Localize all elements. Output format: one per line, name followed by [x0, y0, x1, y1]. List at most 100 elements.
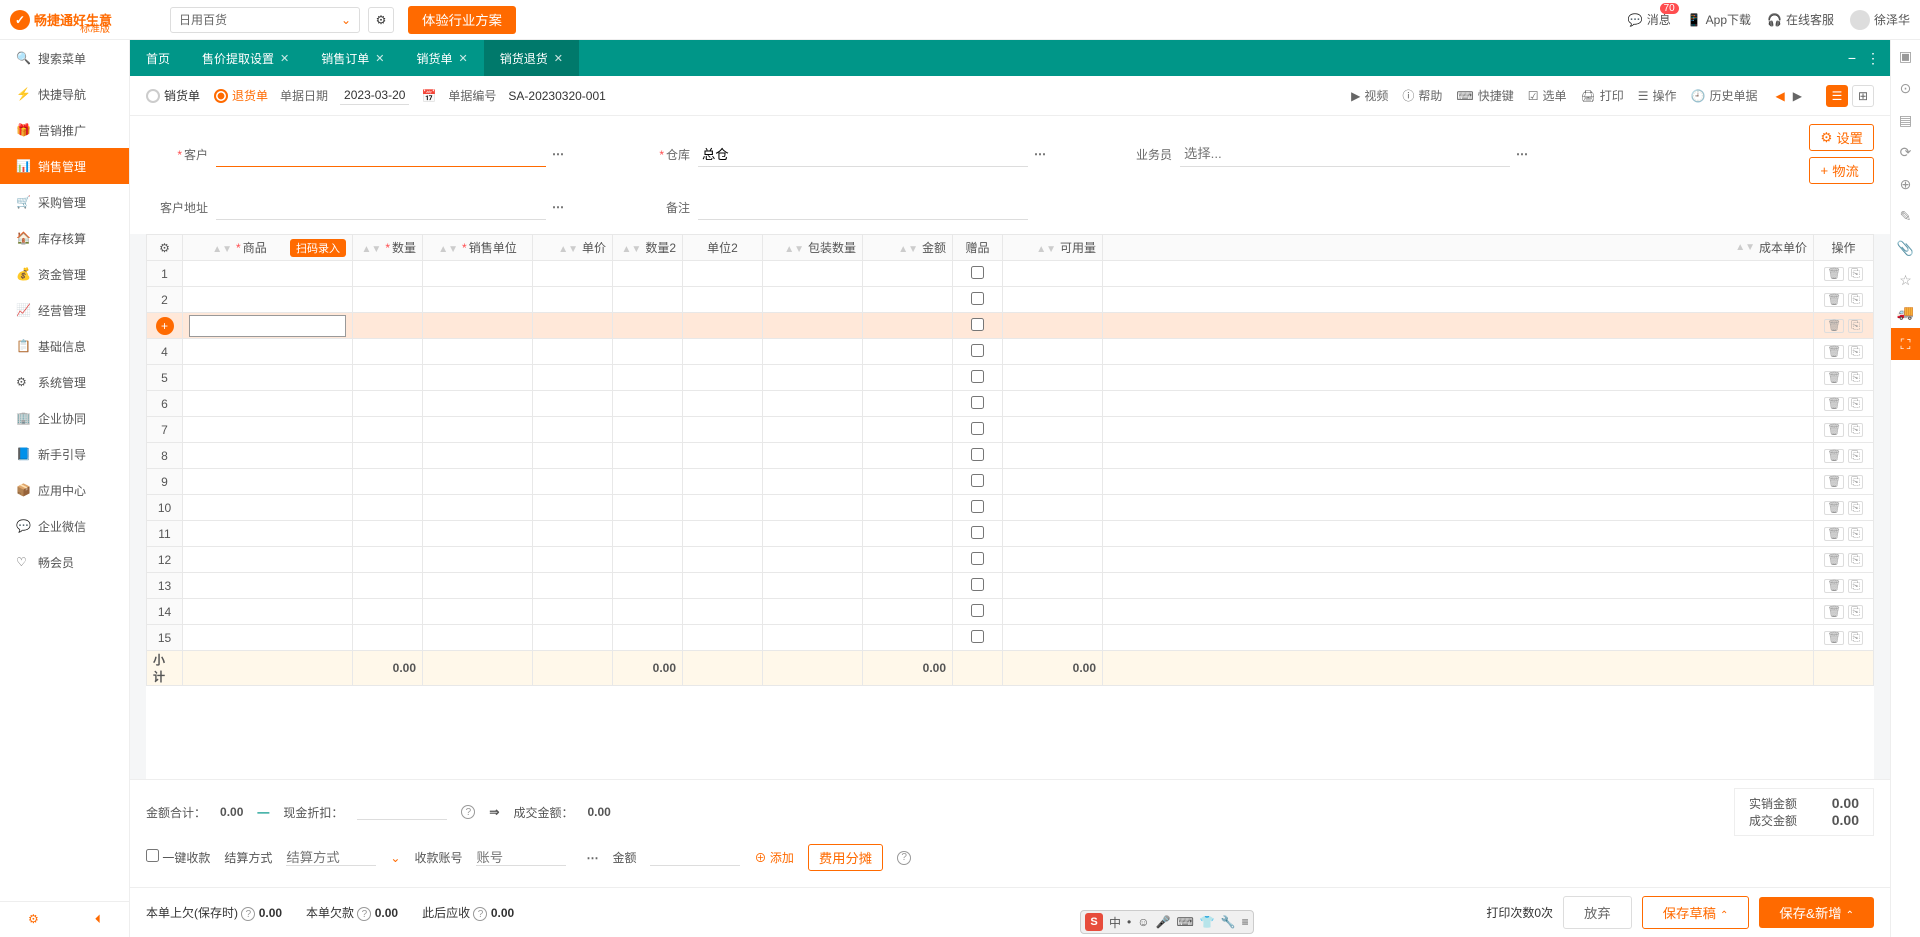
copy-row-icon[interactable]: ⎘ — [1848, 449, 1863, 463]
discount-input[interactable] — [357, 804, 447, 820]
radio-sales[interactable]: 销货单 — [146, 87, 200, 104]
copy-row-icon[interactable]: ⎘ — [1848, 475, 1863, 489]
table-row[interactable]: 14🗑⎘ — [147, 599, 1874, 625]
collapse-toggle-icon[interactable]: ⏴ — [95, 912, 101, 927]
gift-checkbox[interactable] — [971, 422, 984, 435]
sidebar-item-2[interactable]: 🎁营销推广 — [0, 112, 129, 148]
toolbar-选单[interactable]: ☑选单 — [1528, 87, 1567, 104]
right-item-attach[interactable]: 📎 — [1891, 232, 1920, 264]
delete-row-icon[interactable]: 🗑 — [1824, 449, 1844, 463]
col-cost[interactable]: ▲▼成本单价 — [1103, 235, 1814, 261]
account-input[interactable] — [476, 850, 566, 866]
sidebar-item-14[interactable]: ♡畅会员 — [0, 544, 129, 580]
delete-row-icon[interactable]: 🗑 — [1824, 371, 1844, 385]
right-item-5[interactable]: ⊕ — [1891, 168, 1920, 200]
copy-row-icon[interactable]: ⎘ — [1848, 293, 1863, 307]
toolbar-视频[interactable]: ▶视频 — [1351, 87, 1388, 104]
delete-row-icon[interactable]: 🗑 — [1824, 345, 1844, 359]
col-available[interactable]: ▲▼可用量 — [1003, 235, 1103, 261]
tab-3[interactable]: 销货单✕ — [400, 40, 483, 76]
copy-row-icon[interactable]: ⎘ — [1848, 371, 1863, 385]
right-item-4[interactable]: ⟳ — [1891, 136, 1920, 168]
toolbar-操作[interactable]: ☰操作 — [1638, 87, 1677, 104]
warehouse-input[interactable] — [698, 141, 1028, 167]
copy-row-icon[interactable]: ⎘ — [1848, 579, 1863, 593]
delete-row-icon[interactable]: 🗑 — [1824, 631, 1844, 645]
col-qty[interactable]: ▲▼*数量 — [353, 235, 423, 261]
radio-return[interactable]: 退货单 — [214, 87, 268, 104]
delete-row-icon[interactable]: 🗑 — [1824, 527, 1844, 541]
scan-button[interactable]: 扫码录入 — [290, 239, 346, 257]
tab-close-all[interactable]: − — [1848, 50, 1856, 66]
copy-row-icon[interactable]: ⎘ — [1848, 319, 1863, 333]
message-button[interactable]: 💬 消息 70 — [1628, 11, 1671, 28]
ime-mic-icon[interactable]: 🎤 — [1155, 915, 1170, 929]
gift-checkbox[interactable] — [971, 474, 984, 487]
app-download[interactable]: 📱 App下载 — [1687, 11, 1751, 28]
chevron-down-icon[interactable]: ⌄ — [390, 851, 400, 865]
sidebar-item-12[interactable]: 📦应用中心 — [0, 472, 129, 508]
gift-checkbox[interactable] — [971, 500, 984, 513]
right-item-truck[interactable]: 🚚 — [1891, 296, 1920, 328]
table-row[interactable]: 4🗑⎘ — [147, 339, 1874, 365]
gift-checkbox[interactable] — [971, 318, 984, 331]
close-icon[interactable]: ✕ — [280, 52, 289, 65]
close-icon[interactable]: ✕ — [554, 52, 563, 65]
account-lookup-icon[interactable]: ⋯ — [586, 851, 598, 865]
tab-2[interactable]: 销售订单✕ — [305, 40, 400, 76]
help-icon[interactable]: ? — [357, 907, 371, 921]
toolbar-帮助[interactable]: ⓘ帮助 — [1402, 87, 1442, 104]
tab-0[interactable]: 首页 — [130, 40, 186, 76]
table-row[interactable]: 7🗑⎘ — [147, 417, 1874, 443]
logistics-button[interactable]: +物流 — [1809, 157, 1874, 184]
gift-checkbox[interactable] — [971, 396, 984, 409]
sidebar-item-10[interactable]: 🏢企业协同 — [0, 400, 129, 436]
sidebar-item-8[interactable]: 📋基础信息 — [0, 328, 129, 364]
settle-input[interactable] — [286, 850, 376, 866]
try-industry-button[interactable]: 体验行业方案 — [408, 6, 516, 34]
delete-row-icon[interactable]: 🗑 — [1824, 553, 1844, 567]
col-unit2[interactable]: 单位2 — [683, 235, 763, 261]
table-row[interactable]: 15🗑⎘ — [147, 625, 1874, 651]
col-config[interactable]: ⚙ — [147, 235, 183, 261]
copy-row-icon[interactable]: ⎘ — [1848, 527, 1863, 541]
col-unit[interactable]: ▲▼*销售单位 — [423, 235, 533, 261]
help-icon[interactable]: ? — [241, 907, 255, 921]
ime-toolbar[interactable]: S 中 • ☺ 🎤 ⌨ 👕 🔧 ≡ — [1080, 910, 1254, 934]
abandon-button[interactable]: 放弃 — [1563, 896, 1632, 929]
customer-input[interactable] — [216, 141, 546, 167]
table-row[interactable]: 5🗑⎘ — [147, 365, 1874, 391]
copy-row-icon[interactable]: ⎘ — [1848, 631, 1863, 645]
right-item-1[interactable]: ▣ — [1891, 40, 1920, 72]
tab-4[interactable]: 销货退货✕ — [484, 40, 579, 76]
gift-checkbox[interactable] — [971, 604, 984, 617]
calendar-icon[interactable]: 📅 — [421, 89, 436, 103]
sidebar-item-5[interactable]: 🏠库存核算 — [0, 220, 129, 256]
sidebar-item-11[interactable]: 📘新手引导 — [0, 436, 129, 472]
sidebar-item-13[interactable]: 💬企业微信 — [0, 508, 129, 544]
col-amount[interactable]: ▲▼金额 — [863, 235, 953, 261]
view-grid[interactable]: ⊞ — [1852, 85, 1874, 107]
sidebar-item-0[interactable]: 🔍搜索菜单 — [0, 40, 129, 76]
close-icon[interactable]: ✕ — [459, 52, 468, 65]
delete-row-icon[interactable]: 🗑 — [1824, 501, 1844, 515]
gift-checkbox[interactable] — [971, 448, 984, 461]
table-row[interactable]: 9🗑⎘ — [147, 469, 1874, 495]
ime-tool-icon[interactable]: 🔧 — [1221, 915, 1236, 929]
add-row-icon[interactable]: + — [156, 317, 174, 335]
customer-lookup-icon[interactable]: ⋯ — [552, 147, 564, 161]
gift-checkbox[interactable] — [971, 578, 984, 591]
table-row[interactable]: 2🗑⎘ — [147, 287, 1874, 313]
table-row[interactable]: 13🗑⎘ — [147, 573, 1874, 599]
sidebar-item-4[interactable]: 🛒采购管理 — [0, 184, 129, 220]
help-icon[interactable]: ? — [897, 851, 911, 865]
sidebar-item-7[interactable]: 📈经营管理 — [0, 292, 129, 328]
right-item-expand[interactable]: ⛶ — [1891, 328, 1920, 360]
amount-input[interactable] — [650, 850, 740, 866]
ime-keyboard-icon[interactable]: ⌨ — [1176, 915, 1193, 929]
product-cell-input[interactable] — [189, 315, 346, 337]
category-select[interactable]: 日用百货 ⌄ — [170, 7, 360, 33]
col-qty2[interactable]: ▲▼数量2 — [613, 235, 683, 261]
save-draft-button[interactable]: 保存草稿⌃ — [1642, 896, 1750, 929]
toolbar-历史单据[interactable]: 🕘历史单据 — [1691, 87, 1758, 104]
